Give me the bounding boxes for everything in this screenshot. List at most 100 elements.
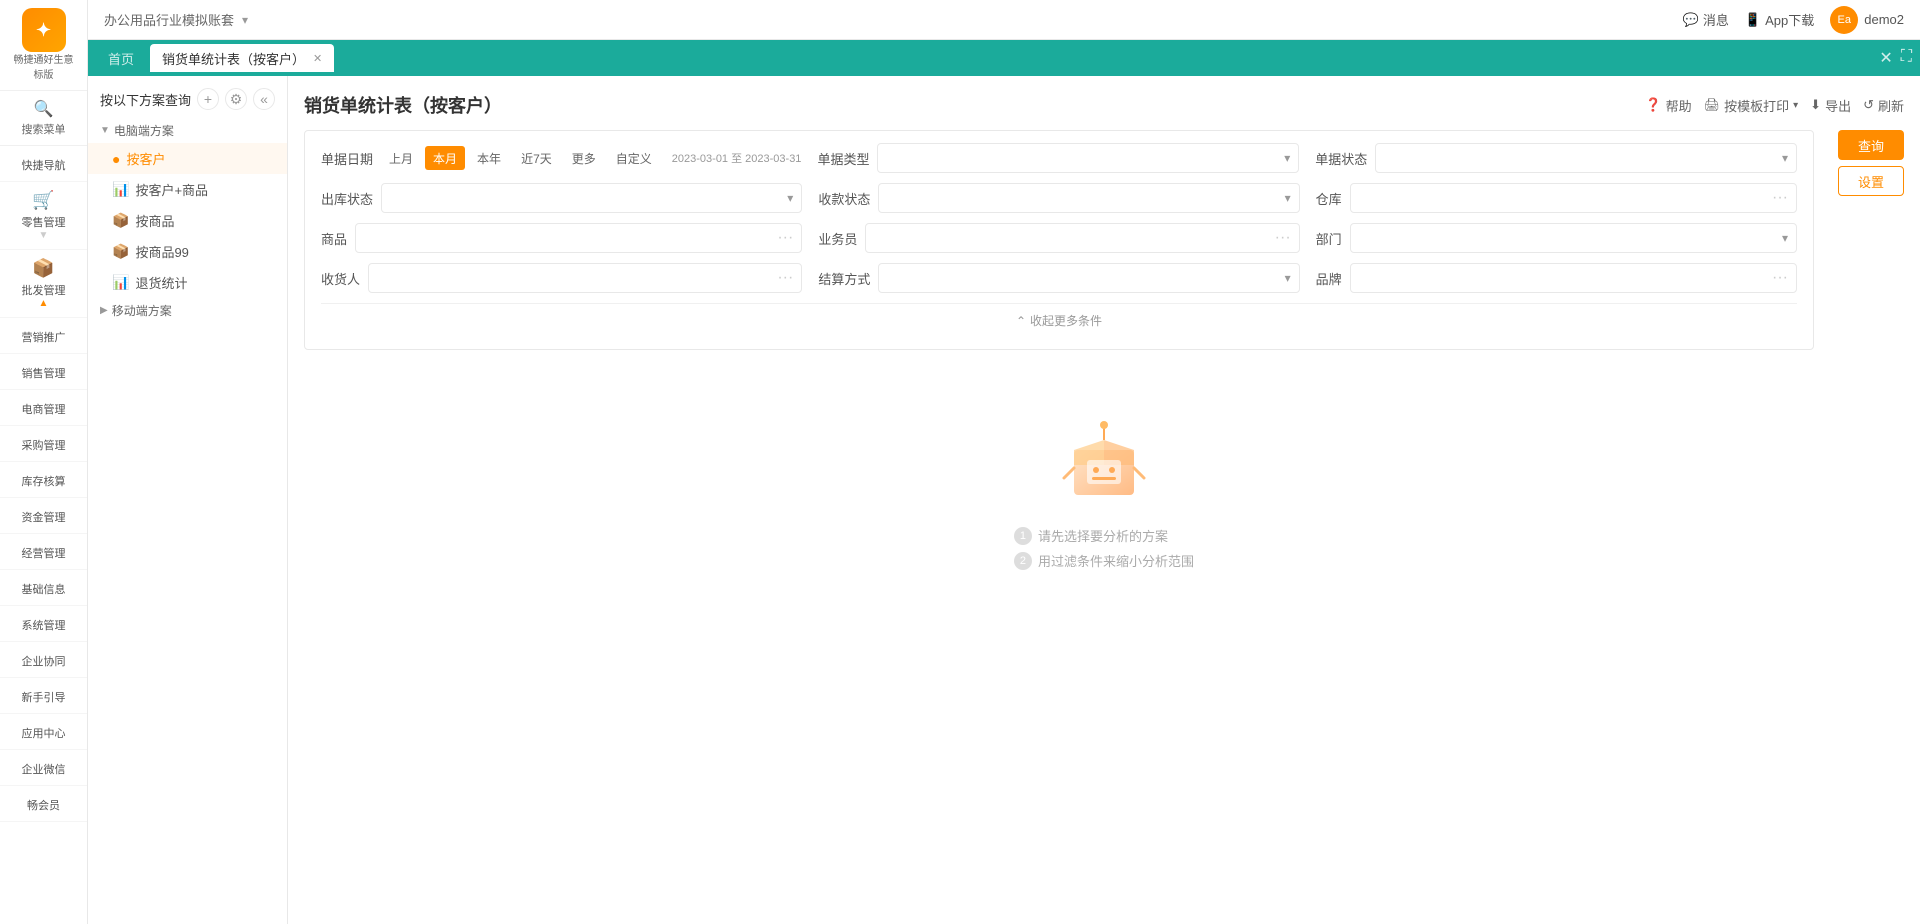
tab-sales-stat[interactable]: 销货单统计表（按客户） ✕ (150, 44, 334, 72)
user-profile[interactable]: Ea demo2 (1830, 6, 1904, 34)
empty-tips: 1 请先选择要分析的方案 2 用过滤条件来缩小分析范围 (1014, 526, 1194, 576)
warehouse-label: 仓库 (1316, 189, 1342, 208)
scheme-leaf-by-goods99[interactable]: 📦 按商品99 (88, 236, 287, 267)
print-action[interactable]: 🖨 按模板打印 ▾ (1704, 96, 1799, 115)
help-action[interactable]: ❓ 帮助 (1645, 96, 1691, 115)
sidebar-item-wechat[interactable]: 企业微信 (0, 750, 87, 786)
refresh-icon: ↺ (1863, 97, 1874, 113)
retail-icon: 🛒 (32, 190, 54, 211)
search-icon: 🔍 (34, 99, 54, 119)
sidebar: ✦ 畅捷通好生意 标版 🔍 搜索菜单 快捷导航 🛒 零售管理 ▼ 📦 批发管理 … (0, 0, 88, 924)
empty-tip-2: 2 用过滤条件来缩小分析范围 (1014, 551, 1194, 570)
app-download-action[interactable]: 📱 App下载 (1745, 10, 1814, 29)
logo-subtext: 标版 (34, 69, 54, 82)
tip-num-2: 2 (1014, 552, 1032, 570)
sidebar-item-purchase[interactable]: 采购管理 (0, 426, 87, 462)
page-title: 销货单统计表（按客户） (304, 92, 502, 118)
date-btn-this-month[interactable]: 本月 (425, 146, 465, 170)
sidebar-search-item[interactable]: 🔍 搜索菜单 (0, 91, 87, 146)
sidebar-operation-label: 经营管理 (22, 545, 66, 561)
scheme-leaf-by-customer[interactable]: ● 按客户 (88, 143, 287, 174)
sidebar-system-label: 系统管理 (22, 617, 66, 633)
date-btn-7days[interactable]: 近7天 (513, 146, 560, 170)
sidebar-logo: ✦ 畅捷通好生意 标版 (0, 0, 87, 91)
tab-close-icon[interactable]: ✕ (313, 52, 322, 65)
sidebar-item-sales[interactable]: 销售管理 (0, 354, 87, 390)
sidebar-item-basic[interactable]: 基础信息 (0, 570, 87, 606)
dept-input[interactable]: ▾ (1350, 223, 1797, 253)
dept-arrow-icon: ▾ (1782, 231, 1788, 245)
tab-close-all-button[interactable]: ✕ (1879, 48, 1892, 68)
collapse-bar[interactable]: ⌃ 收起更多条件 (321, 303, 1797, 337)
date-range-text: 2023-03-01 至 2023-03-31 (672, 150, 802, 166)
sidebar-basic-label: 基础信息 (22, 581, 66, 597)
export-label: 导出 (1825, 96, 1851, 115)
warehouse-input[interactable]: ··· (1350, 183, 1797, 213)
date-btn-custom[interactable]: 自定义 (608, 146, 660, 170)
scheme-collapse-button[interactable]: « (253, 88, 275, 110)
sidebar-item-wholesale[interactable]: 📦 批发管理 ▲ (0, 250, 87, 318)
empty-icon (1054, 410, 1154, 510)
refresh-action[interactable]: ↺ 刷新 (1863, 96, 1904, 115)
sidebar-marketing-label: 营销推广 (22, 329, 66, 345)
sidebar-item-ecommerce[interactable]: 电商管理 (0, 390, 87, 426)
date-btn-more[interactable]: 更多 (564, 146, 604, 170)
message-label: 消息 (1703, 10, 1729, 29)
date-btn-this-year[interactable]: 本年 (469, 146, 509, 170)
scheme-by-goods99-icon: 📦 (112, 243, 129, 260)
sidebar-item-system[interactable]: 系统管理 (0, 606, 87, 642)
scheme-by-customer-goods-label: 按客户+商品 (135, 180, 208, 199)
salesperson-input[interactable]: ··· (865, 223, 1299, 253)
message-action[interactable]: 💬 消息 (1683, 10, 1729, 29)
sidebar-item-member[interactable]: 畅会员 (0, 786, 87, 822)
filter-date-item: 单据日期 上月 本月 本年 近7天 更多 自定义 2023-03-01 至 20… (321, 146, 801, 170)
settings-button[interactable]: 设置 (1838, 166, 1904, 196)
scheme-by-customer-goods-icon: 📊 (112, 181, 129, 198)
doc-type-input[interactable]: ▾ (877, 143, 1299, 173)
filter-row-3: 商品 ··· 业务员 ··· 部门 (321, 223, 1797, 253)
sidebar-item-operation[interactable]: 经营管理 (0, 534, 87, 570)
dept-label: 部门 (1316, 229, 1342, 248)
sidebar-nav-label: 快捷导航 (22, 157, 66, 173)
breadcrumb: 办公用品行业模拟账套 (104, 10, 234, 29)
brand-input[interactable]: ··· (1350, 263, 1797, 293)
sidebar-item-nav[interactable]: 快捷导航 (0, 146, 87, 182)
sidebar-item-inventory[interactable]: 库存核算 (0, 462, 87, 498)
breadcrumb-dropdown-icon[interactable]: ▾ (242, 13, 248, 27)
sidebar-item-newbie[interactable]: 新手引导 (0, 678, 87, 714)
date-btn-last-month[interactable]: 上月 (381, 146, 421, 170)
filter-settlement-item: 结算方式 ▾ (818, 263, 1299, 293)
goods-input[interactable]: ··· (355, 223, 802, 253)
scheme-add-button[interactable]: + (197, 88, 219, 110)
print-dropdown-icon: ▾ (1793, 100, 1798, 111)
out-status-label: 出库状态 (321, 189, 373, 208)
retail-expand-icon: ▼ (39, 230, 49, 241)
sidebar-item-finance[interactable]: 资金管理 (0, 498, 87, 534)
scheme-leaf-by-customer-goods[interactable]: 📊 按客户+商品 (88, 174, 287, 205)
scheme-settings-button[interactable]: ⚙ (225, 88, 247, 110)
consignee-input[interactable]: ··· (368, 263, 802, 293)
goods-label: 商品 (321, 229, 347, 248)
sidebar-item-retail[interactable]: 🛒 零售管理 ▼ (0, 182, 87, 250)
tab-expand-button[interactable]: ⛶ (1901, 48, 1912, 68)
doc-type-arrow-icon: ▾ (1284, 151, 1290, 165)
tab-sales-stat-label: 销货单统计表（按客户） (162, 49, 305, 68)
settlement-input[interactable]: ▾ (878, 263, 1299, 293)
sidebar-sales-label: 销售管理 (22, 365, 66, 381)
tab-home[interactable]: 首页 (96, 44, 146, 72)
scheme-by-goods-icon: 📦 (112, 212, 129, 229)
doc-status-input[interactable]: ▾ (1375, 143, 1797, 173)
scheme-desktop-group-title[interactable]: ▼ 电脑端方案 (88, 118, 287, 143)
sidebar-wholesale-label: 批发管理 (22, 282, 66, 298)
out-status-input[interactable]: ▾ (381, 183, 802, 213)
scheme-leaf-by-goods[interactable]: 📦 按商品 (88, 205, 287, 236)
receipt-status-input[interactable]: ▾ (878, 183, 1299, 213)
scheme-leaf-return-stat[interactable]: 📊 退货统计 (88, 267, 287, 298)
export-action[interactable]: ⬇ 导出 (1810, 96, 1851, 115)
sidebar-item-enterprise[interactable]: 企业协同 (0, 642, 87, 678)
right-content-area: 销货单统计表（按客户） ❓ 帮助 🖨 按模板打印 ▾ ⬇ 导出 (288, 76, 1920, 924)
sidebar-item-marketing[interactable]: 营销推广 (0, 318, 87, 354)
sidebar-item-apps[interactable]: 应用中心 (0, 714, 87, 750)
query-button[interactable]: 查询 (1838, 130, 1904, 160)
scheme-mobile-group-title[interactable]: ▶ 移动端方案 (88, 298, 287, 323)
